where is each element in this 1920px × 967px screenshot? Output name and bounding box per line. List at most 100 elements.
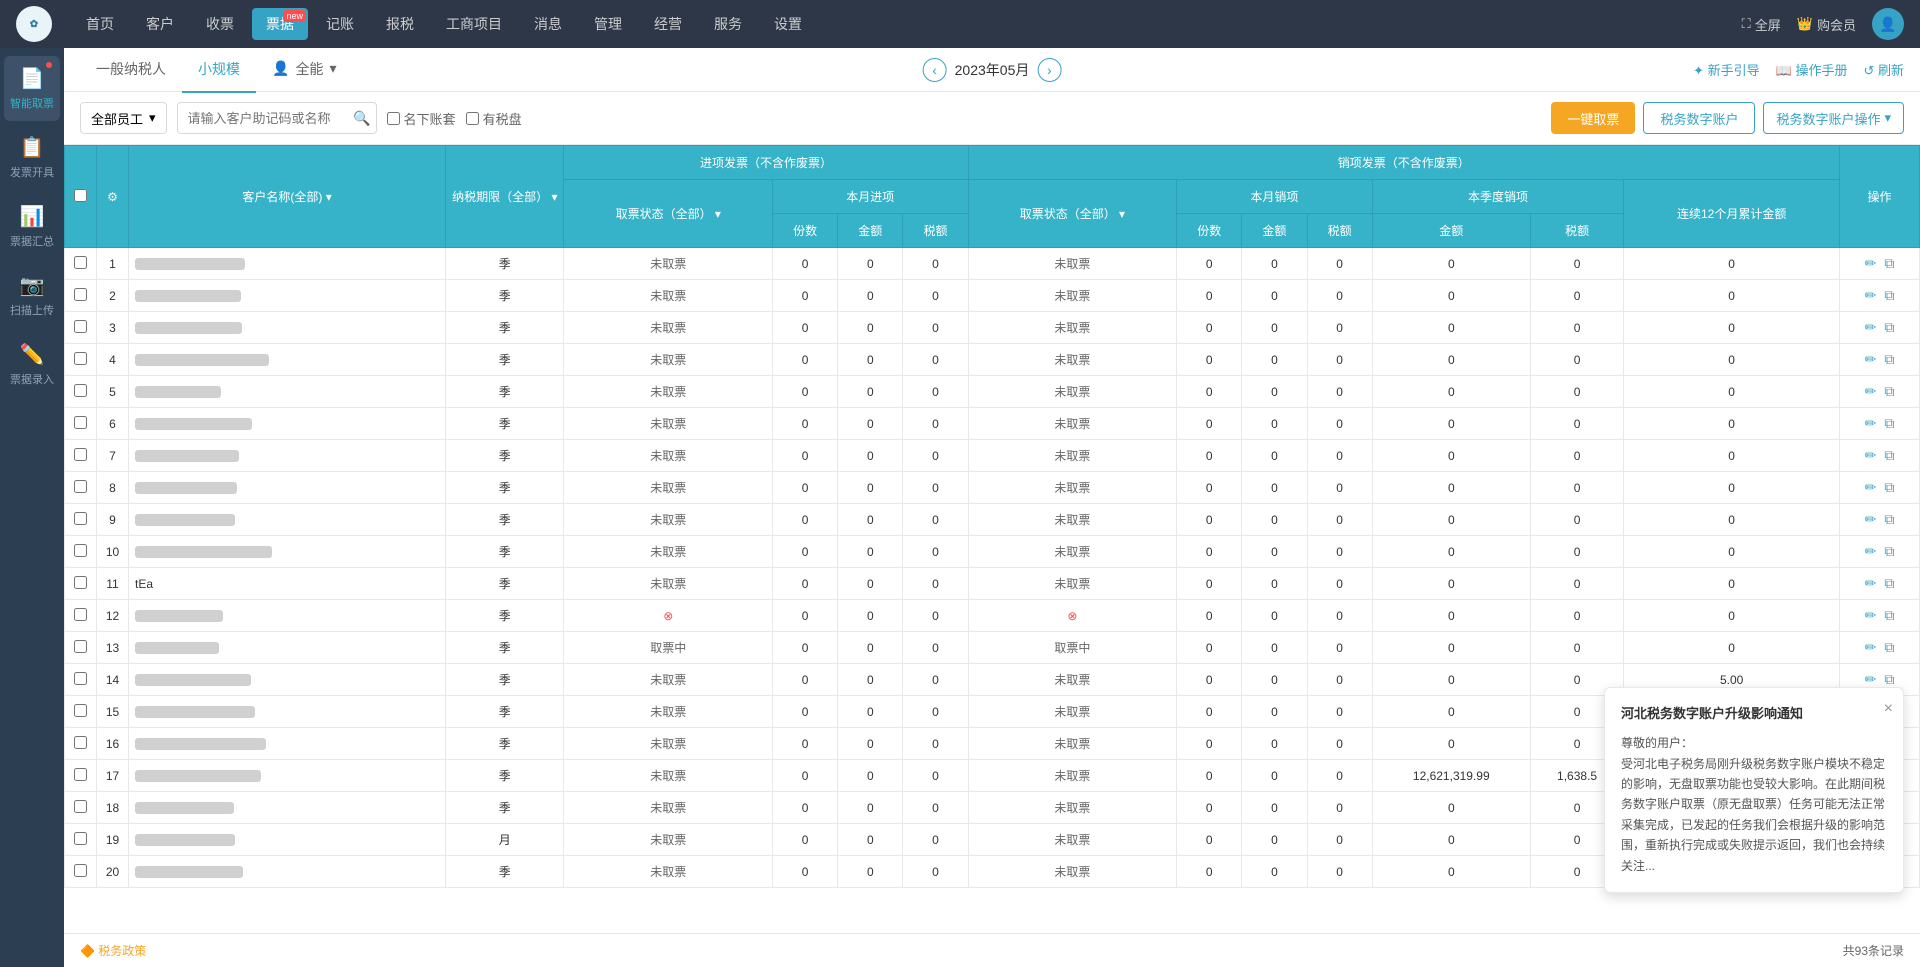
row-checkbox[interactable] <box>74 864 87 877</box>
edit-icon[interactable]: ✏ <box>1865 543 1877 560</box>
digital-account-ops-btn[interactable]: 税务数字账户操作 ▾ <box>1763 102 1904 134</box>
edit-icon[interactable]: ✏ <box>1865 319 1877 336</box>
row-checkbox[interactable] <box>74 288 87 301</box>
nav-service[interactable]: 服务 <box>700 8 756 40</box>
row-checkbox[interactable] <box>74 800 87 813</box>
nav-invoice[interactable]: 票据 new <box>252 8 308 40</box>
row-checkbox[interactable] <box>74 416 87 429</box>
date-next-btn[interactable]: › <box>1037 58 1061 82</box>
nav-operation[interactable]: 经营 <box>640 8 696 40</box>
edit-icon[interactable]: ✏ <box>1865 607 1877 624</box>
edit-icon[interactable]: ✏ <box>1865 383 1877 400</box>
row-period-cell: 季 <box>446 504 564 536</box>
edit-icon[interactable]: ✏ <box>1865 511 1877 528</box>
edit-icon[interactable]: ✏ <box>1865 575 1877 592</box>
tab-small-scale[interactable]: 小规模 <box>182 48 256 93</box>
col-name-header[interactable]: 客户名称(全部) ▾ <box>129 146 446 248</box>
row-checkbox[interactable] <box>74 736 87 749</box>
search-button[interactable]: 🔍 <box>353 110 370 127</box>
date-prev-btn[interactable]: ‹ <box>923 58 947 82</box>
row-checkbox[interactable] <box>74 640 87 653</box>
sidebar-item-smart-fetch[interactable]: 📄 智能取票 <box>4 56 60 121</box>
copy-icon[interactable]: ⧉ <box>1884 287 1894 304</box>
row-checkbox[interactable] <box>74 704 87 717</box>
edit-icon[interactable]: ✏ <box>1865 255 1877 272</box>
copy-icon[interactable]: ⧉ <box>1884 383 1894 400</box>
digital-account-btn[interactable]: 税务数字账户 <box>1643 102 1755 134</box>
copy-icon[interactable]: ⧉ <box>1884 415 1894 432</box>
nav-home[interactable]: 首页 <box>72 8 128 40</box>
row-out-status-cell: ⊗ <box>968 600 1177 632</box>
nav-message[interactable]: 消息 <box>520 8 576 40</box>
nav-receive[interactable]: 收票 <box>192 8 248 40</box>
row-checkbox[interactable] <box>74 352 87 365</box>
edit-icon[interactable]: ✏ <box>1865 639 1877 656</box>
row-checkbox[interactable] <box>74 256 87 269</box>
one-click-fetch-btn[interactable]: 一键取票 <box>1551 102 1635 134</box>
copy-icon[interactable]: ⧉ <box>1884 671 1894 688</box>
notif-close-btn[interactable]: × <box>1884 696 1893 722</box>
col-out-q-amount: 金额 <box>1372 214 1530 248</box>
check-sub-account[interactable] <box>387 112 400 125</box>
copy-icon[interactable]: ⧉ <box>1884 255 1894 272</box>
row-in-status-cell: 未取票 <box>564 248 773 280</box>
row-checkbox[interactable] <box>74 512 87 525</box>
nav-customer[interactable]: 客户 <box>132 8 188 40</box>
nav-accounting[interactable]: 记账 <box>312 8 368 40</box>
edit-icon[interactable]: ✏ <box>1865 351 1877 368</box>
checkbox-tax-disk[interactable]: 有税盘 <box>466 109 522 128</box>
nav-tax[interactable]: 报税 <box>372 8 428 40</box>
row-checkbox[interactable] <box>74 608 87 621</box>
copy-icon[interactable]: ⧉ <box>1884 511 1894 528</box>
member-btn[interactable]: 👑 购会员 <box>1797 15 1856 34</box>
edit-icon[interactable]: ✏ <box>1865 287 1877 304</box>
employee-select[interactable]: 全部员工 ▾ <box>80 102 167 134</box>
nav-business[interactable]: 工商项目 <box>432 8 516 40</box>
sidebar-item-scan[interactable]: 📷 扫描上传 <box>4 263 60 328</box>
check-tax-disk[interactable] <box>466 112 479 125</box>
copy-icon[interactable]: ⧉ <box>1884 575 1894 592</box>
manual-btn[interactable]: 📖 操作手册 <box>1776 60 1848 79</box>
col-out-quarterly-header: 本季度销项 <box>1372 180 1624 214</box>
user-avatar[interactable]: 👤 <box>1872 8 1904 40</box>
row-checkbox[interactable] <box>74 480 87 493</box>
copy-icon[interactable]: ⧉ <box>1884 607 1894 624</box>
edit-icon[interactable]: ✏ <box>1865 415 1877 432</box>
col-out-status-header[interactable]: 取票状态（全部） ▾ <box>968 180 1177 248</box>
row-checkbox[interactable] <box>74 320 87 333</box>
fullscreen-btn[interactable]: ⛶ 全屏 <box>1742 15 1781 34</box>
sidebar-item-open-invoice[interactable]: 📋 发票开具 <box>4 125 60 190</box>
row-checkbox[interactable] <box>74 832 87 845</box>
search-input[interactable] <box>177 102 377 134</box>
copy-icon[interactable]: ⧉ <box>1884 479 1894 496</box>
edit-icon[interactable]: ✏ <box>1865 447 1877 464</box>
sidebar-item-summary[interactable]: 📊 票据汇总 <box>4 194 60 259</box>
sidebar-item-entry[interactable]: ✏️ 票据录入 <box>4 332 60 397</box>
row-checkbox[interactable] <box>74 384 87 397</box>
copy-icon[interactable]: ⧉ <box>1884 447 1894 464</box>
row-checkbox[interactable] <box>74 448 87 461</box>
nav-manage[interactable]: 管理 <box>580 8 636 40</box>
new-guide-btn[interactable]: ✦ 新手引导 <box>1693 60 1760 79</box>
col-in-status-header[interactable]: 取票状态（全部） ▾ <box>564 180 773 248</box>
copy-icon[interactable]: ⧉ <box>1884 351 1894 368</box>
col-in-count: 份数 <box>773 214 838 248</box>
copy-icon[interactable]: ⧉ <box>1884 319 1894 336</box>
row-checkbox[interactable] <box>74 544 87 557</box>
col-period-header[interactable]: 纳税期限（全部） ▾ <box>446 146 564 248</box>
tab-general-taxpayer[interactable]: 一般纳税人 <box>80 48 182 93</box>
edit-icon[interactable]: ✏ <box>1865 671 1877 688</box>
copy-icon[interactable]: ⧉ <box>1884 639 1894 656</box>
row-checkbox[interactable] <box>74 576 87 589</box>
select-all-checkbox[interactable] <box>74 189 87 202</box>
row-checkbox[interactable] <box>74 672 87 685</box>
copy-icon[interactable]: ⧉ <box>1884 543 1894 560</box>
nav-settings[interactable]: 设置 <box>760 8 816 40</box>
row-checkbox-cell <box>65 472 97 504</box>
row-checkbox[interactable] <box>74 768 87 781</box>
checkbox-sub-account[interactable]: 名下账套 <box>387 109 456 128</box>
edit-icon[interactable]: ✏ <box>1865 479 1877 496</box>
tax-policy-link[interactable]: 🔶 税务政策 <box>80 942 146 959</box>
refresh-btn[interactable]: ↺ 刷新 <box>1863 60 1904 79</box>
tab-all[interactable]: 👤 全能 ▾ <box>256 48 352 93</box>
